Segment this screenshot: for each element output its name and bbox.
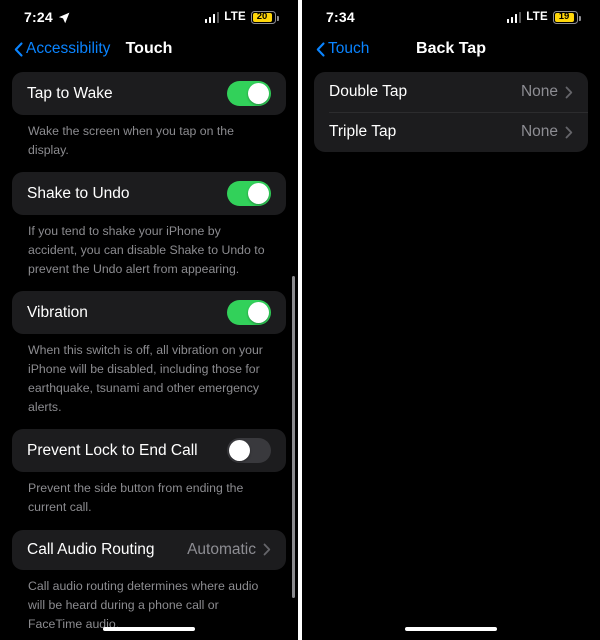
footnote-prevent-lock-to-end-call: Prevent the side button from ending the … (28, 481, 244, 515)
setting-value: None (520, 123, 558, 140)
location-arrow-icon (58, 11, 70, 24)
footnote-shake-to-undo: If you tend to shake your iPhone by acci… (28, 224, 265, 277)
left-status-bar: 7:24 LTE 20 (0, 0, 298, 34)
cellular-bars-icon (204, 11, 220, 23)
setting-label: Vibration (27, 303, 88, 321)
battery-icon: 20 (251, 10, 279, 24)
toggle-knob (248, 302, 269, 324)
left-phone-screen: 7:24 LTE 20 Accessibility Touch Tap to W… (0, 0, 298, 640)
chevron-right-icon (565, 126, 573, 139)
setting-value-group: Automatic (187, 541, 271, 559)
setting-row-vibration[interactable]: Vibration (12, 291, 286, 334)
right-nav-bar: Touch Back Tap (302, 34, 600, 64)
battery-level-label: 20 (256, 11, 268, 23)
setting-card-vibration: Vibration (12, 291, 286, 335)
setting-label: Call Audio Routing (27, 540, 155, 558)
setting-label: Shake to Undo (27, 184, 130, 202)
home-indicator (103, 626, 195, 631)
setting-label: Triple Tap (329, 123, 397, 140)
setting-card-call-audio-routing: Call Audio Routing Automatic (12, 529, 286, 570)
back-button-label: Touch (328, 40, 370, 57)
right-phone-screen: 7:34 LTE 19 Touch Back Tap Double Tap No… (302, 0, 600, 640)
back-button-label: Accessibility (26, 40, 111, 57)
footnote-vibration: When this switch is off, all vibration o… (28, 343, 263, 415)
dual-screenshot-container: 7:24 LTE 20 Accessibility Touch Tap to W… (0, 0, 600, 640)
setting-value-group: None (521, 123, 573, 141)
right-network-label: LTE (526, 11, 548, 23)
toggle-prevent-lock-to-end-call[interactable] (227, 438, 271, 464)
setting-row-double-tap[interactable]: Double Tap None (314, 72, 588, 112)
setting-label: Prevent Lock to End Call (27, 441, 198, 459)
setting-value-group: None (521, 83, 573, 101)
footnote-tap-to-wake: Wake the screen when you tap on the disp… (28, 124, 234, 158)
setting-row-shake-to-undo[interactable]: Shake to Undo (12, 172, 286, 215)
left-nav-bar: Accessibility Touch (0, 34, 298, 64)
battery-icon: 19 (553, 10, 581, 24)
back-button-accessibility[interactable]: Accessibility (14, 40, 110, 58)
toggle-vibration[interactable] (227, 300, 271, 326)
setting-card-shake-to-undo: Shake to Undo (12, 172, 286, 216)
toggle-shake-to-undo[interactable] (227, 181, 271, 207)
right-status-indicators: LTE 19 (506, 10, 581, 24)
setting-card-tap-to-wake: Tap to Wake (12, 72, 286, 115)
cellular-bars-icon (506, 11, 522, 23)
setting-value: None (520, 83, 558, 100)
setting-row-call-audio-routing[interactable]: Call Audio Routing Automatic (12, 530, 286, 570)
toggle-knob (229, 440, 250, 462)
left-network-label: LTE (224, 11, 246, 23)
right-status-time-group: 7:34 (326, 9, 355, 25)
right-status-bar: 7:34 LTE 19 (302, 0, 600, 34)
chevron-right-icon (565, 86, 573, 99)
setting-label: Tap to Wake (27, 84, 113, 102)
battery-level-label: 19 (558, 11, 570, 23)
chevron-left-icon (316, 41, 325, 57)
left-status-indicators: LTE 20 (204, 10, 279, 24)
back-button-touch[interactable]: Touch (316, 40, 369, 58)
setting-row-tap-to-wake[interactable]: Tap to Wake (12, 72, 286, 115)
right-settings-list: Double Tap None Triple Tap None (302, 64, 600, 640)
setting-row-triple-tap[interactable]: Triple Tap None (314, 112, 588, 152)
chevron-left-icon (14, 41, 23, 57)
toggle-knob (248, 83, 269, 104)
left-status-time-group: 7:24 (24, 9, 70, 25)
left-settings-list: Tap to Wake Wake the screen when you tap… (0, 64, 298, 640)
home-indicator (405, 626, 497, 631)
setting-row-prevent-lock-to-end-call[interactable]: Prevent Lock to End Call (12, 429, 286, 472)
back-tap-options-card: Double Tap None Triple Tap None (314, 72, 588, 152)
toggle-tap-to-wake[interactable] (227, 81, 271, 106)
chevron-right-icon (263, 543, 271, 556)
setting-label: Double Tap (329, 83, 408, 100)
vertical-scrollbar[interactable] (292, 276, 295, 598)
setting-value: Automatic (187, 540, 256, 558)
toggle-knob (248, 183, 269, 205)
left-status-time: 7:24 (24, 9, 53, 25)
setting-card-prevent-lock-to-end-call: Prevent Lock to End Call (12, 429, 286, 473)
right-status-time: 7:34 (326, 9, 355, 25)
